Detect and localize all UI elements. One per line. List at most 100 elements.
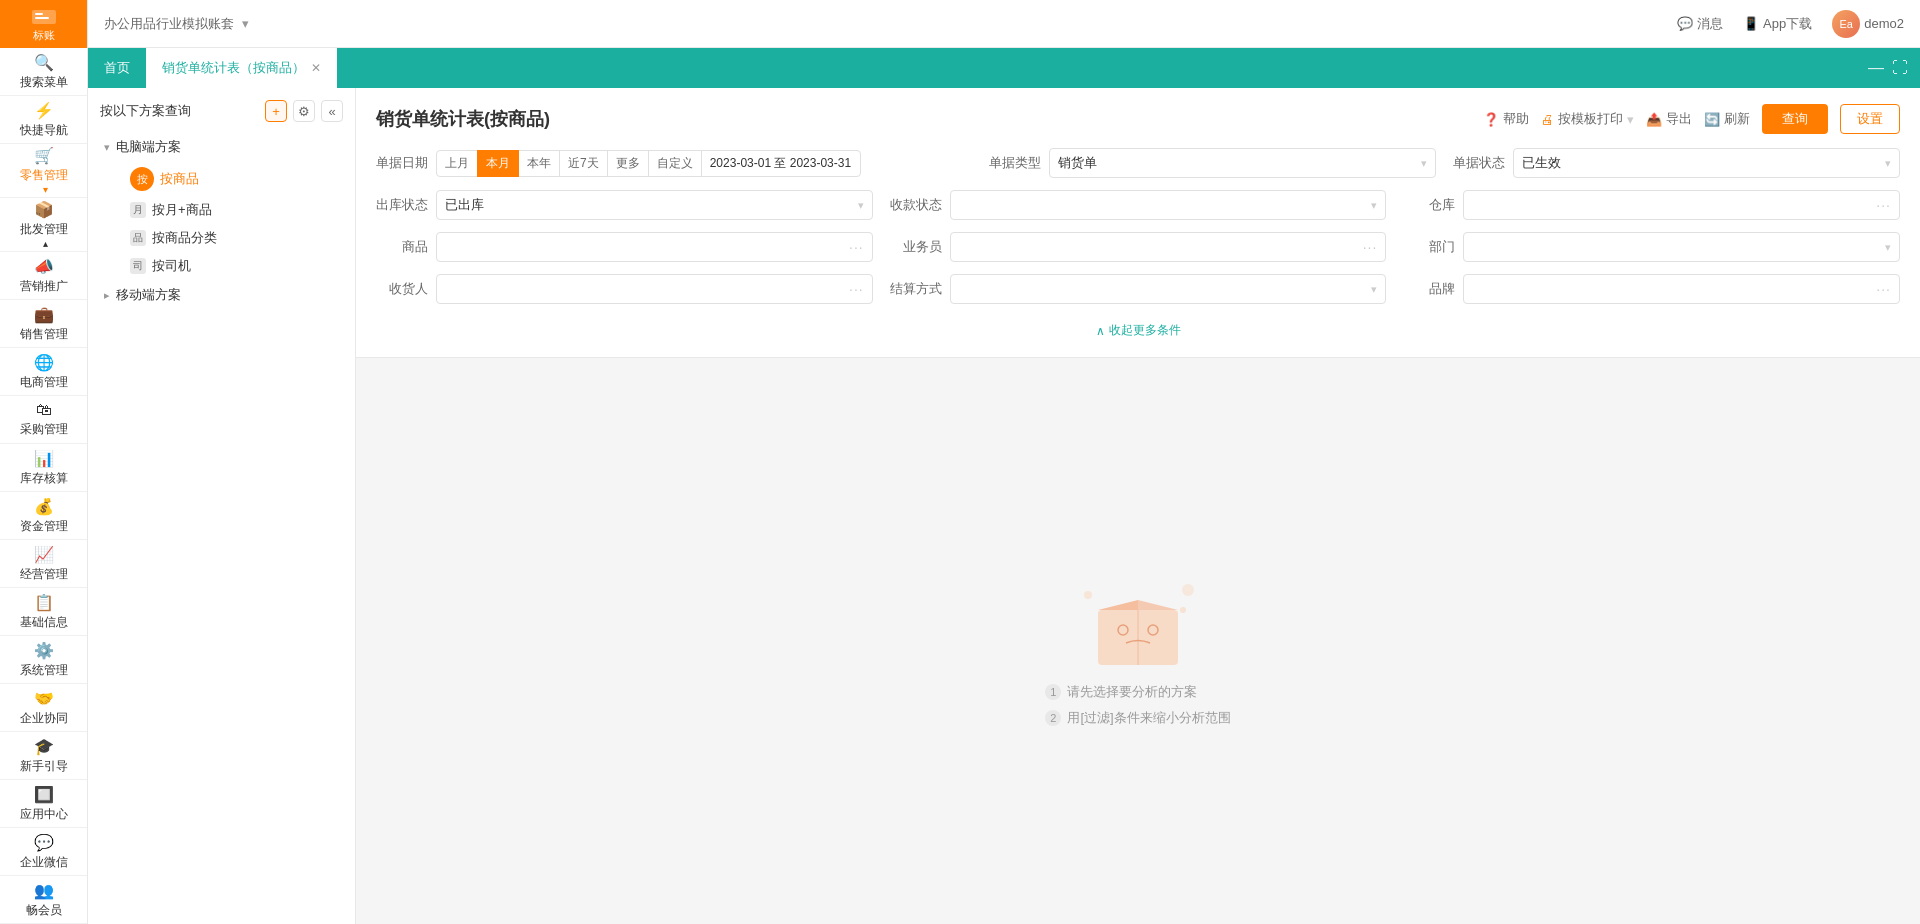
docstatus-value: 已生效 [1522, 154, 1561, 172]
tree-sub-product-label: 按商品 [160, 170, 199, 188]
date-btn-more[interactable]: 更多 [607, 150, 649, 177]
sidebar-item-retail[interactable]: 🛒 零售管理 ▾ [0, 144, 87, 198]
doctype-input[interactable]: 销货单 ▾ [1049, 148, 1436, 178]
sidebar-item-finance[interactable]: 💰 资金管理 [0, 492, 87, 540]
sidebar-item-basic-label: 基础信息 [20, 614, 68, 631]
payment-input[interactable]: ▾ [950, 274, 1387, 304]
tab-close-icon[interactable]: ✕ [311, 61, 321, 75]
member-icon: 👥 [34, 881, 54, 900]
sidebar-item-system[interactable]: ⚙️ 系统管理 [0, 636, 87, 684]
outstatus-label: 出库状态 [376, 196, 436, 214]
print-btn[interactable]: 🖨 按模板打印 ▾ [1541, 110, 1634, 128]
tree-sub-item-month-product[interactable]: 月 按月+商品 [88, 196, 355, 224]
warehouse-input[interactable]: ··· [1463, 190, 1900, 220]
date-btn-last-month[interactable]: 上月 [436, 150, 478, 177]
tree-sub-item-category[interactable]: 品 按商品分类 [88, 224, 355, 252]
sidebar-item-sales-label: 销售管理 [20, 326, 68, 343]
tree-desktop-section[interactable]: ▾ 电脑端方案 [88, 132, 355, 162]
collapse-btn[interactable]: ∧ 收起更多条件 [1096, 322, 1181, 339]
sidebar-item-sales[interactable]: 💼 销售管理 [0, 300, 87, 348]
sidebar-item-ecommerce-label: 电商管理 [20, 374, 68, 391]
tree-sub-item-driver[interactable]: 司 按司机 [88, 252, 355, 280]
product-input[interactable]: ··· [436, 232, 873, 262]
sidebar-item-marketing-label: 营销推广 [20, 278, 68, 295]
svg-rect-1 [35, 13, 43, 15]
date-range-display[interactable]: 2023-03-01 至 2023-03-31 [701, 150, 861, 177]
settings-button[interactable]: 设置 [1840, 104, 1900, 134]
sidebar-item-operations-label: 经营管理 [20, 566, 68, 583]
salesman-label: 业务员 [890, 238, 950, 256]
logo-area[interactable]: 标账 [0, 0, 87, 48]
sidebar-item-search[interactable]: 🔍 搜索菜单 [0, 48, 87, 96]
sidebar-item-ecommerce[interactable]: 🌐 电商管理 [0, 348, 87, 396]
sidebar-item-retail-label: 零售管理 [20, 167, 68, 184]
export-btn[interactable]: 📤 导出 [1646, 110, 1692, 128]
sidebar-item-guide[interactable]: 🎓 新手引导 [0, 732, 87, 780]
svg-point-8 [1182, 584, 1194, 596]
tree-sub-item-product[interactable]: 按 按商品 [88, 162, 355, 196]
page-title-bar: 销货单统计表(按商品) ❓ 帮助 🖨 按模板打印 ▾ 📤 [376, 104, 1900, 134]
date-btn-this-year[interactable]: 本年 [518, 150, 560, 177]
salesman-input[interactable]: ··· [950, 232, 1387, 262]
sidebar-item-enterprise-label: 企业协同 [20, 710, 68, 727]
left-panel-title: 按以下方案查询 [100, 102, 191, 120]
settings-scheme-btn[interactable]: ⚙ [293, 100, 315, 122]
filter-row-3: 商品 ··· 业务员 ··· [376, 232, 1900, 262]
divider-1 [980, 148, 981, 178]
tree-mobile-section[interactable]: ▸ 移动端方案 [88, 280, 355, 310]
sidebar-item-member[interactable]: 👥 畅会员 [0, 876, 87, 924]
app-download-btn[interactable]: 📱 App下载 [1743, 15, 1812, 33]
content-body: 1 请先选择要分析的方案 2 用[过滤]条件来缩小分析范围 [356, 358, 1920, 924]
docstatus-input[interactable]: 已生效 ▾ [1513, 148, 1900, 178]
filter-field-receiptstatus: 收款状态 ▾ [890, 190, 1387, 220]
sidebar-item-wechat[interactable]: 💬 企业微信 [0, 828, 87, 876]
tab-home[interactable]: 首页 [88, 48, 146, 88]
ecommerce-icon: 🌐 [34, 353, 54, 372]
sidebar-item-marketing[interactable]: 📣 营销推广 [0, 252, 87, 300]
collapse-panel-btn[interactable]: « [321, 100, 343, 122]
user-area[interactable]: Ea demo2 [1832, 10, 1904, 38]
app-download-label: App下载 [1763, 15, 1812, 33]
divider-8 [1394, 274, 1395, 304]
date-btn-this-month[interactable]: 本月 [477, 150, 519, 177]
sidebar-item-member-label: 畅会员 [26, 902, 62, 919]
sidebar-item-basic[interactable]: 📋 基础信息 [0, 588, 87, 636]
sidebar-item-guide-label: 新手引导 [20, 758, 68, 775]
help-icon: ❓ [1483, 112, 1499, 127]
refresh-btn[interactable]: 🔄 刷新 [1704, 110, 1750, 128]
recipient-input[interactable]: ··· [436, 274, 873, 304]
sidebar-item-enterprise[interactable]: 🤝 企业协同 [0, 684, 87, 732]
sidebar-item-purchase[interactable]: 🛍 采购管理 [0, 396, 87, 444]
tab-active[interactable]: 销货单统计表（按商品） ✕ [146, 48, 337, 88]
sidebar-item-operations[interactable]: 📈 经营管理 [0, 540, 87, 588]
tab-maximize-icon[interactable]: ⛶ [1892, 59, 1908, 77]
brand-input[interactable]: ··· [1463, 274, 1900, 304]
tree-desktop-label: 电脑端方案 [116, 138, 181, 156]
sidebar-item-wholesale[interactable]: 📦 批发管理 ▴ [0, 198, 87, 252]
outstatus-input[interactable]: 已出库 ▾ [436, 190, 873, 220]
message-icon: 💬 [1677, 16, 1693, 31]
receiptstatus-arrow-icon: ▾ [1371, 199, 1377, 212]
filter-area: 销货单统计表(按商品) ❓ 帮助 🖨 按模板打印 ▾ 📤 [356, 88, 1920, 358]
main-area: 办公用品行业模拟账套 ▾ 💬 消息 📱 App下载 Ea demo2 首页 [88, 0, 1920, 924]
message-btn[interactable]: 💬 消息 [1677, 15, 1723, 33]
breadcrumb-dropdown-icon[interactable]: ▾ [242, 16, 249, 31]
date-btn-custom[interactable]: 自定义 [648, 150, 702, 177]
shortcuts-icon: ⚡ [34, 101, 54, 120]
help-btn[interactable]: ❓ 帮助 [1483, 110, 1529, 128]
payment-arrow-icon: ▾ [1371, 283, 1377, 296]
tab-minimize-icon[interactable]: — [1868, 59, 1884, 77]
empty-illustration [1058, 555, 1218, 675]
receiptstatus-input[interactable]: ▾ [950, 190, 1387, 220]
add-scheme-btn[interactable]: + [265, 100, 287, 122]
filter-field-warehouse: 仓库 ··· [1403, 190, 1900, 220]
refresh-label: 刷新 [1724, 110, 1750, 128]
dept-input[interactable]: ▾ [1463, 232, 1900, 262]
query-button[interactable]: 查询 [1762, 104, 1828, 134]
hint1-badge: 1 [1045, 684, 1061, 700]
sidebar-item-shortcuts[interactable]: ⚡ 快捷导航 [0, 96, 87, 144]
date-btn-last7[interactable]: 近7天 [559, 150, 608, 177]
sidebar-item-appcenter[interactable]: 🔲 应用中心 [0, 780, 87, 828]
filter-row-2: 出库状态 已出库 ▾ 收款状态 ▾ [376, 190, 1900, 220]
sidebar-item-inventory[interactable]: 📊 库存核算 [0, 444, 87, 492]
